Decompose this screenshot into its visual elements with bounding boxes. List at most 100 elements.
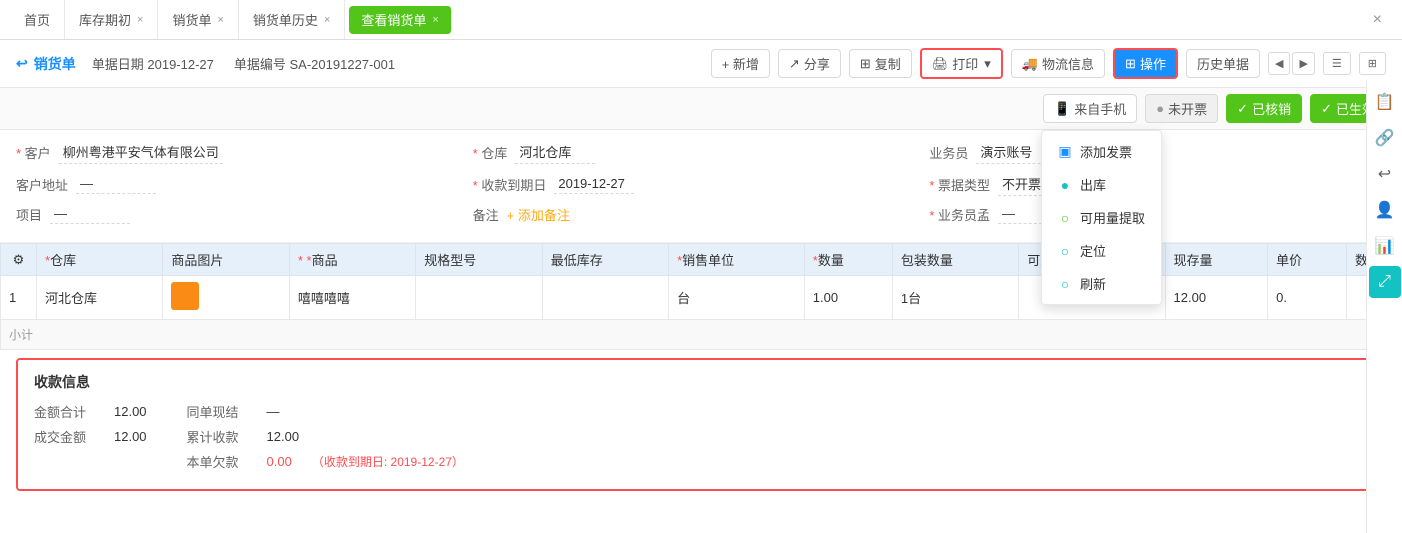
row-image <box>163 276 289 320</box>
warehouse-label: 仓库 <box>473 143 508 162</box>
add-note-button[interactable]: 添加备注 <box>507 205 570 224</box>
menu-refresh[interactable]: ○ 刷新 <box>1042 267 1161 300</box>
table-section: ⚙ *仓库 商品图片 * *商品 规格型号 最低库存 *销售单位 *数量 包装数… <box>0 243 1402 350</box>
project-value[interactable]: — <box>50 204 130 224</box>
menu-available-extract[interactable]: ○ 可用量提取 <box>1042 201 1161 234</box>
col-qty: *数量 <box>804 244 892 276</box>
address-label: 客户地址 <box>16 175 68 194</box>
arrears-label: 本单欠款 <box>187 452 247 471</box>
doc-type-icon: ↩ <box>16 55 28 72</box>
from-phone-button[interactable]: 📱 来自手机 <box>1043 94 1137 123</box>
operations-button[interactable]: ⊞ 操作 <box>1113 48 1178 79</box>
share-icon: ↗ <box>789 56 800 72</box>
copy-button[interactable]: ⊞ 复制 <box>849 49 912 78</box>
row-pack[interactable]: 1台 <box>892 276 1018 320</box>
close-tab-sales[interactable]: × <box>217 14 223 26</box>
payment-col-1: 金额合计 12.00 成交金额 12.00 <box>34 402 147 477</box>
window-close-button[interactable]: × <box>1363 11 1392 29</box>
same-order-row: 同单现结 — <box>187 402 464 421</box>
subtotal-row: 小计 <box>1 320 1402 350</box>
next-button[interactable]: ▶ <box>1292 52 1314 75</box>
address-field: 客户地址 — <box>16 174 473 194</box>
right-icon-2[interactable]: 🔗 <box>1369 122 1401 154</box>
customer-value[interactable]: 柳州粤港平安气体有限公司 <box>59 140 223 164</box>
right-icon-4[interactable]: 👤 <box>1369 194 1401 226</box>
customer-field: 客户 柳州粤港平安气体有限公司 <box>16 140 473 164</box>
table-row: 1 河北仓库 嘻嘻嘻嘻 台 1.00 1台 12.00 0. <box>1 276 1402 320</box>
close-tab-history[interactable]: × <box>324 14 330 26</box>
col-warehouse: *仓库 <box>37 244 163 276</box>
right-icon-3[interactable]: ↩ <box>1369 158 1401 190</box>
tab-inventory-init[interactable]: 库存期初 × <box>65 0 158 39</box>
locate-icon: ○ <box>1058 244 1072 258</box>
salesperson-label: 业务员 <box>929 143 968 162</box>
col-price: 单价 <box>1268 244 1347 276</box>
menu-locate-label: 定位 <box>1080 241 1106 260</box>
row-spec[interactable] <box>416 276 542 320</box>
tab-sales-order[interactable]: 销货单 × <box>158 0 238 39</box>
tab-view-sales[interactable]: 查看销货单 × <box>349 6 451 34</box>
address-value[interactable]: — <box>76 174 156 194</box>
verified-button[interactable]: ✓ 已核销 <box>1226 94 1302 123</box>
doc-title: ↩ 销货单 <box>16 54 76 74</box>
amount-total-row: 金额合计 12.00 <box>34 402 147 421</box>
subtotal-label: 小计 <box>1 320 1402 350</box>
cumulative-label: 累计收款 <box>187 427 247 446</box>
project-label: 项目 <box>16 205 42 224</box>
remark-field: 备注 添加备注 <box>473 205 930 224</box>
nav-arrows: ◀ ▶ <box>1268 52 1315 75</box>
payment-date-label: 收款到期日 <box>473 175 547 194</box>
row-price[interactable]: 0. <box>1268 276 1347 320</box>
close-tab-view[interactable]: × <box>432 14 438 26</box>
col-spec: 规格型号 <box>416 244 542 276</box>
operations-dropdown: ▣ 添加发票 ● 出库 ○ 可用量提取 ○ 定位 ○ 刷新 <box>1041 130 1162 305</box>
right-icon-1[interactable]: 📋 <box>1369 86 1401 118</box>
right-icon-expand[interactable]: ⤢ <box>1369 266 1401 298</box>
not-open-button[interactable]: ● 未开票 <box>1145 94 1218 123</box>
col-min-stock: 最低库存 <box>542 244 668 276</box>
grid-view-button[interactable]: ⊞ <box>1359 52 1386 75</box>
remark-label: 备注 <box>473 205 499 224</box>
col-pack: 包装数量 <box>892 244 1018 276</box>
new-button[interactable]: + 新增 <box>711 49 770 78</box>
transaction-amount-label: 成交金额 <box>34 427 94 446</box>
form-row-3: 项目 — 备注 添加备注 业务员孟 — <box>16 204 1386 224</box>
payment-info-box: 收款信息 金额合计 12.00 成交金额 12.00 同单现结 — 累计收款 <box>16 358 1386 491</box>
share-button[interactable]: ↗ 分享 <box>778 49 841 78</box>
invoice-type-label: 票据类型 <box>929 175 990 194</box>
print-dropdown-icon: ▾ <box>984 56 991 72</box>
phone-icon: 📱 <box>1054 101 1070 117</box>
prev-button[interactable]: ◀ <box>1268 52 1290 75</box>
cumulative-value: 12.00 <box>267 429 300 444</box>
menu-outbound[interactable]: ● 出库 <box>1042 168 1161 201</box>
menu-available-label: 可用量提取 <box>1080 208 1145 227</box>
row-current[interactable]: 12.00 <box>1165 276 1268 320</box>
close-tab-inventory[interactable]: × <box>137 14 143 26</box>
tab-sales-history[interactable]: 销货单历史 × <box>239 0 345 39</box>
row-min-stock[interactable] <box>542 276 668 320</box>
product-table: ⚙ *仓库 商品图片 * *商品 规格型号 最低库存 *销售单位 *数量 包装数… <box>0 243 1402 350</box>
form-row-2: 客户地址 — 收款到期日 2019-12-27 票据类型 不开票 <box>16 172 1386 196</box>
col-unit: *销售单位 <box>669 244 805 276</box>
row-unit[interactable]: 台 <box>669 276 805 320</box>
menu-locate[interactable]: ○ 定位 <box>1042 234 1161 267</box>
row-warehouse[interactable]: 河北仓库 <box>37 276 163 320</box>
col-settings[interactable]: ⚙ <box>1 244 37 276</box>
row-product[interactable]: 嘻嘻嘻嘻 <box>289 276 415 320</box>
payment-date-value[interactable]: 2019-12-27 <box>554 174 634 194</box>
logistics-button[interactable]: 🚚 物流信息 <box>1011 49 1105 78</box>
refresh-icon: ○ <box>1058 277 1072 291</box>
list-view-button[interactable]: ☰ <box>1323 52 1351 75</box>
warehouse-value[interactable]: 河北仓库 <box>515 140 595 164</box>
right-icon-5[interactable]: 📊 <box>1369 230 1401 262</box>
menu-add-invoice[interactable]: ▣ 添加发票 <box>1042 135 1161 168</box>
history-button[interactable]: 历史单据 <box>1186 49 1260 78</box>
row-qty[interactable]: 1.00 <box>804 276 892 320</box>
print-button[interactable]: 🖨 打印 ▾ <box>920 48 1003 79</box>
same-order-value: — <box>267 404 280 419</box>
same-order-label: 同单现结 <box>187 402 247 421</box>
menu-refresh-label: 刷新 <box>1080 274 1106 293</box>
circle-icon: ● <box>1156 101 1164 116</box>
tab-home[interactable]: 首页 <box>10 0 65 39</box>
payment-date-field: 收款到期日 2019-12-27 <box>473 174 930 194</box>
